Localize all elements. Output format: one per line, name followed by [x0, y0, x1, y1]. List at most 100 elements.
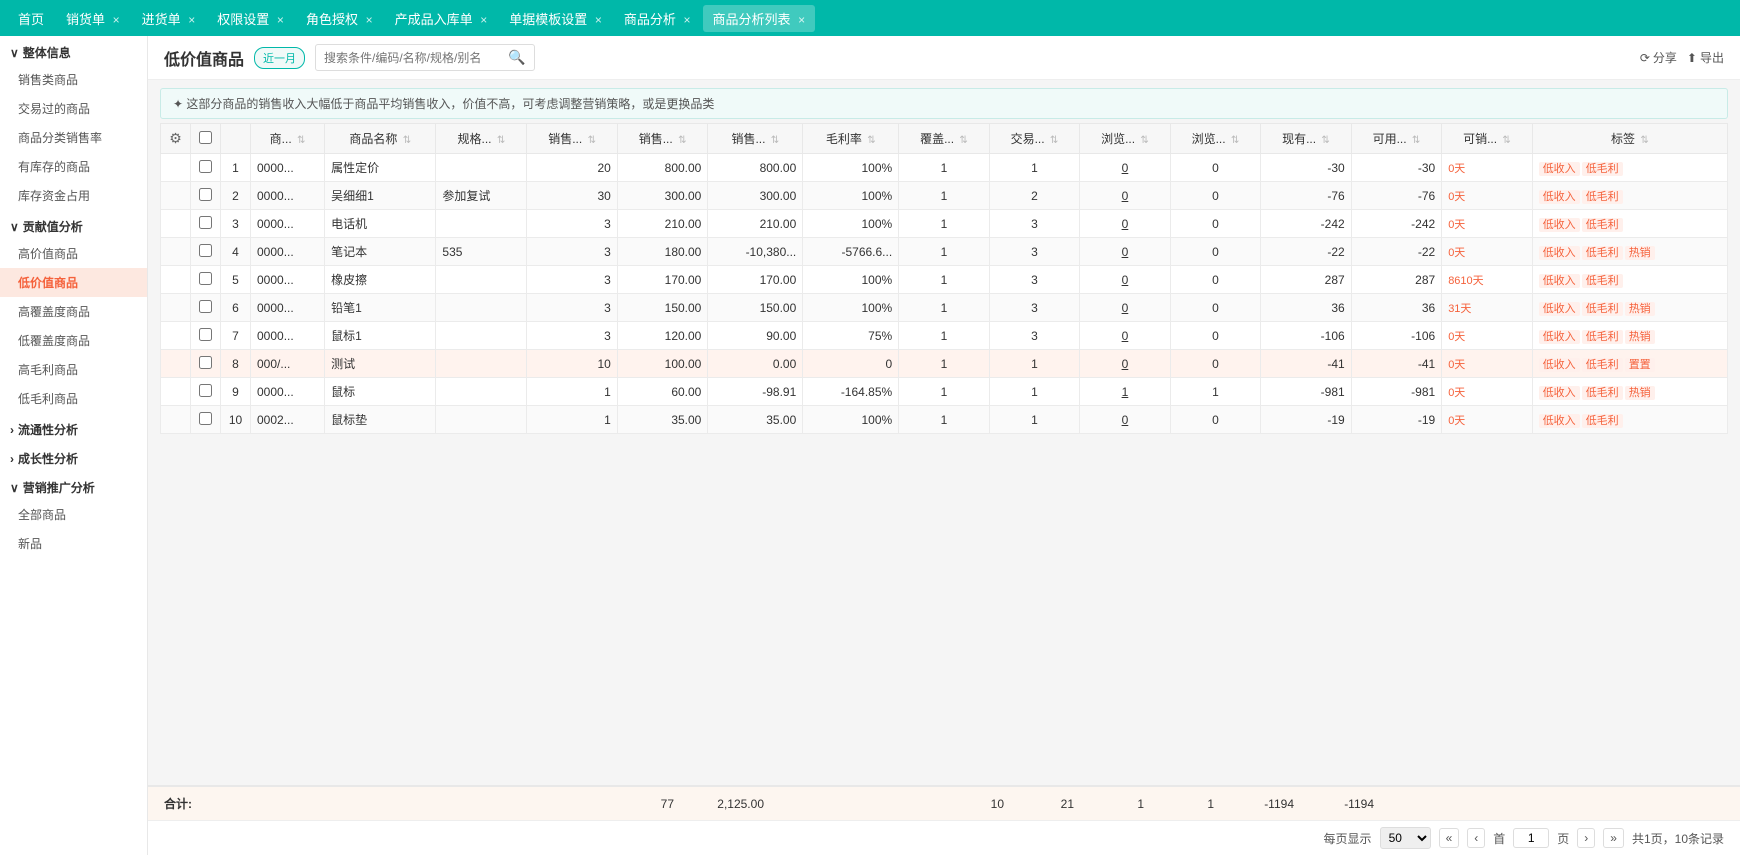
cell-view1[interactable]: 0	[1080, 406, 1171, 434]
sidebar-group-growth[interactable]: › 成长性分析	[0, 442, 147, 471]
cell-checkbox[interactable]	[191, 266, 221, 294]
first-page-btn[interactable]: «	[1439, 828, 1460, 848]
cell-view1[interactable]: 0	[1080, 322, 1171, 350]
sidebar-item-low-value[interactable]: 低价值商品	[0, 268, 147, 297]
sidebar-item-low-coverage[interactable]: 低覆盖度商品	[0, 326, 147, 355]
col-view1[interactable]: 浏览... ⇅	[1080, 124, 1171, 154]
sidebar-group-marketing[interactable]: ∨ 营销推广分析	[0, 471, 147, 500]
sidebar-item-stock-capital[interactable]: 库存资金占用	[0, 181, 147, 210]
nav-product-list-close[interactable]: ×	[798, 13, 805, 27]
nav-template-close[interactable]: ×	[595, 13, 602, 27]
col-stock1[interactable]: 现有... ⇅	[1261, 124, 1352, 154]
cell-view1[interactable]: 0	[1080, 210, 1171, 238]
col-settings[interactable]: ⚙	[161, 124, 191, 154]
cell-view1[interactable]: 0	[1080, 350, 1171, 378]
last-page-btn[interactable]: »	[1603, 828, 1624, 848]
row-checkbox[interactable]	[199, 412, 212, 425]
view-link[interactable]: 0	[1122, 273, 1129, 287]
col-view2[interactable]: 浏览... ⇅	[1170, 124, 1261, 154]
view-link[interactable]: 0	[1122, 217, 1129, 231]
view-link[interactable]: 0	[1122, 245, 1129, 259]
col-margin[interactable]: 毛利率 ⇅	[803, 124, 899, 154]
view-link[interactable]: 0	[1122, 329, 1129, 343]
nav-stock-in-close[interactable]: ×	[480, 13, 487, 27]
prev-page-btn[interactable]: ‹	[1467, 828, 1485, 848]
cell-view1[interactable]: 0	[1080, 154, 1171, 182]
table-wrapper[interactable]: ⚙ 商... ⇅ 商品名称 ⇅ 规格... ⇅ 销售... ⇅ 销售... ⇅ …	[148, 123, 1740, 785]
row-checkbox[interactable]	[199, 300, 212, 313]
nav-role[interactable]: 角色授权 ×	[296, 5, 383, 32]
sidebar-item-high-value[interactable]: 高价值商品	[0, 239, 147, 268]
search-input[interactable]	[324, 51, 504, 65]
row-checkbox[interactable]	[199, 244, 212, 257]
cell-checkbox[interactable]	[191, 154, 221, 182]
share-btn[interactable]: ⟳ 分享	[1640, 49, 1677, 66]
cell-checkbox[interactable]	[191, 210, 221, 238]
cell-view1[interactable]: 0	[1080, 238, 1171, 266]
next-page-btn[interactable]: ›	[1577, 828, 1595, 848]
view-link[interactable]: 1	[1122, 385, 1129, 399]
nav-product-list[interactable]: 商品分析列表 ×	[703, 5, 816, 32]
col-sellable[interactable]: 可销... ⇅	[1442, 124, 1533, 154]
nav-sales[interactable]: 销货单 ×	[56, 5, 130, 32]
nav-purchase[interactable]: 进货单 ×	[132, 5, 206, 32]
col-name[interactable]: 商品名称 ⇅	[325, 124, 436, 154]
cell-view1[interactable]: 1	[1080, 378, 1171, 406]
cell-view1[interactable]: 0	[1080, 294, 1171, 322]
col-checkbox[interactable]	[191, 124, 221, 154]
select-all-checkbox[interactable]	[199, 131, 212, 144]
col-trade[interactable]: 交易... ⇅	[989, 124, 1080, 154]
nav-product-analysis-close[interactable]: ×	[683, 13, 690, 27]
row-checkbox[interactable]	[199, 356, 212, 369]
nav-permission-close[interactable]: ×	[277, 13, 284, 27]
sidebar-item-low-margin[interactable]: 低毛利商品	[0, 384, 147, 413]
cell-view1[interactable]: 0	[1080, 266, 1171, 294]
sidebar-item-category-rate[interactable]: 商品分类销售率	[0, 123, 147, 152]
col-spec[interactable]: 规格... ⇅	[436, 124, 527, 154]
nav-purchase-close[interactable]: ×	[188, 13, 195, 27]
row-checkbox[interactable]	[199, 216, 212, 229]
col-sale2[interactable]: 销售... ⇅	[708, 124, 803, 154]
cell-checkbox[interactable]	[191, 406, 221, 434]
sidebar-item-high-margin[interactable]: 高毛利商品	[0, 355, 147, 384]
view-link[interactable]: 0	[1122, 189, 1129, 203]
row-checkbox[interactable]	[199, 160, 212, 173]
page-size-select[interactable]: 50 100 200	[1380, 827, 1431, 849]
cell-checkbox[interactable]	[191, 182, 221, 210]
cell-checkbox[interactable]	[191, 378, 221, 406]
nav-role-close[interactable]: ×	[366, 13, 373, 27]
view-link[interactable]: 0	[1122, 161, 1129, 175]
page-input[interactable]	[1513, 828, 1549, 848]
nav-stock-in[interactable]: 产成品入库单 ×	[385, 5, 498, 32]
nav-template[interactable]: 单据模板设置 ×	[499, 5, 612, 32]
view-link[interactable]: 0	[1122, 413, 1129, 427]
view-link[interactable]: 0	[1122, 301, 1129, 315]
sidebar-item-stock-products[interactable]: 有库存的商品	[0, 152, 147, 181]
sidebar-item-traded-products[interactable]: 交易过的商品	[0, 94, 147, 123]
cell-checkbox[interactable]	[191, 350, 221, 378]
time-filter-btn[interactable]: 近一月	[254, 47, 305, 69]
sidebar-item-all-products[interactable]: 全部商品	[0, 500, 147, 529]
nav-permission[interactable]: 权限设置 ×	[207, 5, 294, 32]
nav-home[interactable]: 首页	[8, 5, 54, 32]
sidebar-group-contribution[interactable]: ∨ 贡献值分析	[0, 210, 147, 239]
view-link[interactable]: 0	[1122, 357, 1129, 371]
nav-sales-close[interactable]: ×	[113, 13, 120, 27]
col-tags[interactable]: 标签 ⇅	[1532, 124, 1727, 154]
col-qty[interactable]: 销售... ⇅	[527, 124, 618, 154]
search-box[interactable]: 🔍	[315, 44, 535, 71]
sidebar-item-new-products[interactable]: 新品	[0, 529, 147, 558]
sidebar-item-sales-products[interactable]: 销售类商品	[0, 65, 147, 94]
sidebar-group-liquidity[interactable]: › 流通性分析	[0, 413, 147, 442]
row-checkbox[interactable]	[199, 188, 212, 201]
settings-icon[interactable]: ⚙	[169, 130, 182, 146]
sidebar-group-overall[interactable]: ∨ 整体信息	[0, 36, 147, 65]
col-stock2[interactable]: 可用... ⇅	[1351, 124, 1442, 154]
cell-checkbox[interactable]	[191, 238, 221, 266]
export-btn[interactable]: ⬆ 导出	[1687, 49, 1724, 66]
cell-checkbox[interactable]	[191, 294, 221, 322]
cell-checkbox[interactable]	[191, 322, 221, 350]
col-code[interactable]: 商... ⇅	[251, 124, 325, 154]
sidebar-item-high-coverage[interactable]: 高覆盖度商品	[0, 297, 147, 326]
row-checkbox[interactable]	[199, 384, 212, 397]
